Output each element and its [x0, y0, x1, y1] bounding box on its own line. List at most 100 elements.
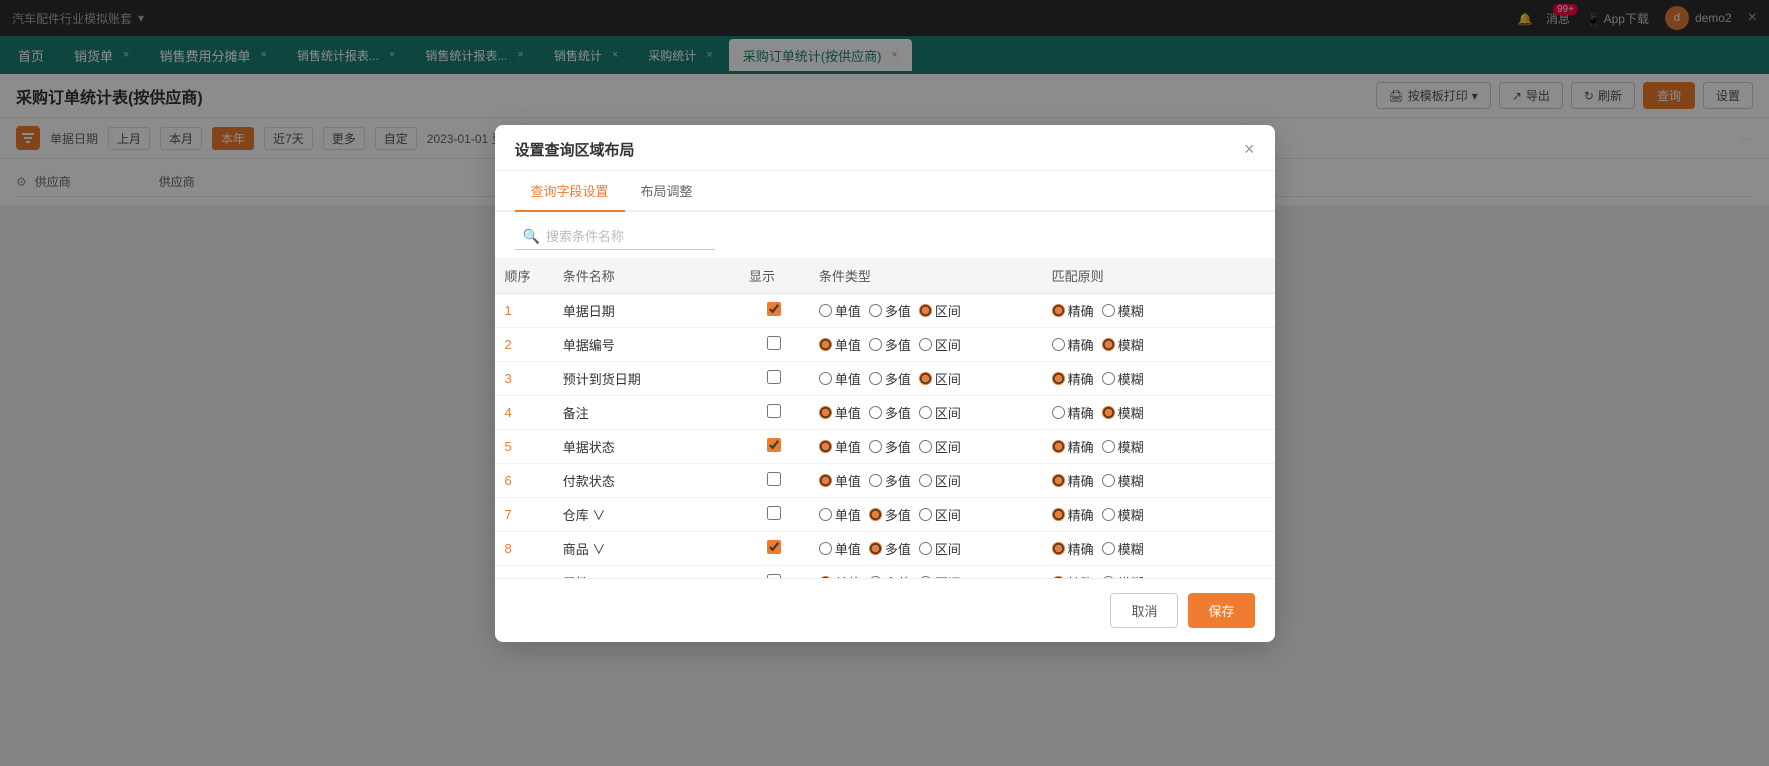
- row-type-3: 单值多值区间: [809, 361, 1042, 395]
- type-option-多值-row2[interactable]: 多值: [869, 335, 911, 354]
- type-option-单值-row2[interactable]: 单值: [819, 335, 861, 354]
- save-btn[interactable]: 保存: [1188, 593, 1254, 628]
- type-option-区间-row5[interactable]: 区间: [919, 437, 961, 456]
- rule-option-模糊-row8[interactable]: 模糊: [1102, 539, 1144, 558]
- row-display-6[interactable]: [739, 463, 809, 497]
- rule-option-模糊-row6[interactable]: 模糊: [1102, 471, 1144, 490]
- type-option-区间-row1[interactable]: 区间: [919, 301, 961, 320]
- row-display-2[interactable]: [739, 327, 809, 361]
- search-input[interactable]: [546, 229, 706, 244]
- col-header-name: 条件名称: [553, 258, 739, 294]
- display-checkbox-6[interactable]: [767, 472, 781, 486]
- row-type-2: 单值多值区间: [809, 327, 1042, 361]
- row-name-2: 单据编号: [553, 327, 739, 361]
- row-order-3: 3: [495, 361, 553, 395]
- col-header-display: 显示: [739, 258, 809, 294]
- type-option-多值-row1[interactable]: 多值: [869, 301, 911, 320]
- type-option-区间-row8[interactable]: 区间: [919, 539, 961, 558]
- rule-option-模糊-row2[interactable]: 模糊: [1102, 335, 1144, 354]
- display-checkbox-8[interactable]: [767, 540, 781, 554]
- rule-option-模糊-row5[interactable]: 模糊: [1102, 437, 1144, 456]
- type-option-单值-row4[interactable]: 单值: [819, 403, 861, 422]
- type-option-区间-row6[interactable]: 区间: [919, 471, 961, 490]
- type-option-多值-row6[interactable]: 多值: [869, 471, 911, 490]
- type-option-多值-row7[interactable]: 多值: [869, 505, 911, 524]
- table-row: 5单据状态单值多值区间精确模糊: [495, 429, 1275, 463]
- table-row: 3预计到货日期单值多值区间精确模糊: [495, 361, 1275, 395]
- rule-option-精确-row5[interactable]: 精确: [1052, 437, 1094, 456]
- type-option-多值-row3[interactable]: 多值: [869, 369, 911, 388]
- type-option-区间-row2[interactable]: 区间: [919, 335, 961, 354]
- dialog-tab-query-fields[interactable]: 查询字段设置: [515, 171, 625, 212]
- row-type-7: 单值多值区间: [809, 497, 1042, 531]
- row-order-2: 2: [495, 327, 553, 361]
- row-display-8[interactable]: [739, 531, 809, 565]
- dialog-tab-query-fields-label: 查询字段设置: [531, 184, 609, 199]
- row-rule-1: 精确模糊: [1042, 293, 1275, 327]
- rule-option-模糊-row1[interactable]: 模糊: [1102, 301, 1144, 320]
- type-option-区间-row4[interactable]: 区间: [919, 403, 961, 422]
- display-checkbox-2[interactable]: [767, 336, 781, 350]
- row-display-4[interactable]: [739, 395, 809, 429]
- row-display-3[interactable]: [739, 361, 809, 395]
- type-option-单值-row3[interactable]: 单值: [819, 369, 861, 388]
- rule-option-精确-row1[interactable]: 精确: [1052, 301, 1094, 320]
- row-rule-3: 精确模糊: [1042, 361, 1275, 395]
- rule-option-精确-row6[interactable]: 精确: [1052, 471, 1094, 490]
- dialog-tabs: 查询字段设置 布局调整: [495, 171, 1275, 212]
- table-row: 8商品 ∨ 单值多值区间 精确模糊: [495, 531, 1275, 565]
- dialog-tab-layout-adjust[interactable]: 布局调整: [625, 171, 709, 212]
- row-display-7[interactable]: [739, 497, 809, 531]
- dialog-close-btn[interactable]: ×: [1244, 140, 1255, 158]
- row-rule-6: 精确模糊: [1042, 463, 1275, 497]
- row-display-1[interactable]: [739, 293, 809, 327]
- type-option-多值-row8[interactable]: 多值: [869, 539, 911, 558]
- row-order-8: 8: [495, 531, 553, 565]
- table-row: 6付款状态单值多值区间精确模糊: [495, 463, 1275, 497]
- rule-option-模糊-row3[interactable]: 模糊: [1102, 369, 1144, 388]
- row-rule-9: 精确模糊: [1042, 565, 1275, 578]
- type-option-单值-row1[interactable]: 单值: [819, 301, 861, 320]
- row-type-6: 单值多值区间: [809, 463, 1042, 497]
- type-option-多值-row5[interactable]: 多值: [869, 437, 911, 456]
- rule-option-精确-row8[interactable]: 精确: [1052, 539, 1094, 558]
- table-row: 4备注单值多值区间精确模糊: [495, 395, 1275, 429]
- type-option-单值-row5[interactable]: 单值: [819, 437, 861, 456]
- type-option-单值-row8[interactable]: 单值: [819, 539, 861, 558]
- display-checkbox-1[interactable]: [767, 302, 781, 316]
- settings-dialog: 设置查询区域布局 × 查询字段设置 布局调整 🔍 顺序: [495, 125, 1275, 642]
- type-option-区间-row3[interactable]: 区间: [919, 369, 961, 388]
- dialog-title: 设置查询区域布局: [515, 139, 635, 160]
- row-order-4: 4: [495, 395, 553, 429]
- type-option-单值-row6[interactable]: 单值: [819, 471, 861, 490]
- row-name-3: 预计到货日期: [553, 361, 739, 395]
- dialog-header: 设置查询区域布局 ×: [495, 125, 1275, 171]
- cancel-btn[interactable]: 取消: [1110, 593, 1178, 628]
- dialog-footer: 取消 保存: [495, 578, 1275, 642]
- display-checkbox-5[interactable]: [767, 438, 781, 452]
- row-display-9[interactable]: [739, 565, 809, 578]
- rule-option-精确-row7[interactable]: 精确: [1052, 505, 1094, 524]
- table-row: 9属性 ∨单值多值区间精确模糊: [495, 565, 1275, 578]
- rule-option-模糊-row7[interactable]: 模糊: [1102, 505, 1144, 524]
- row-order-9: 9: [495, 565, 553, 578]
- type-option-区间-row7[interactable]: 区间: [919, 505, 961, 524]
- type-option-单值-row7[interactable]: 单值: [819, 505, 861, 524]
- type-option-多值-row4[interactable]: 多值: [869, 403, 911, 422]
- display-checkbox-3[interactable]: [767, 370, 781, 384]
- rule-option-精确-row4[interactable]: 精确: [1052, 403, 1094, 422]
- row-type-9: 单值多值区间: [809, 565, 1042, 578]
- row-name-5: 单据状态: [553, 429, 739, 463]
- display-checkbox-4[interactable]: [767, 404, 781, 418]
- display-checkbox-7[interactable]: [767, 506, 781, 520]
- col-header-order: 顺序: [495, 258, 553, 294]
- row-order-1: 1: [495, 293, 553, 327]
- row-rule-4: 精确模糊: [1042, 395, 1275, 429]
- row-name-8: 商品 ∨: [553, 531, 739, 565]
- rule-option-精确-row2[interactable]: 精确: [1052, 335, 1094, 354]
- rule-option-模糊-row4[interactable]: 模糊: [1102, 403, 1144, 422]
- row-display-5[interactable]: [739, 429, 809, 463]
- row-rule-8: 精确模糊: [1042, 531, 1275, 565]
- rule-option-精确-row3[interactable]: 精确: [1052, 369, 1094, 388]
- table-head: 顺序 条件名称 显示 条件类型 匹配原则: [495, 258, 1275, 294]
